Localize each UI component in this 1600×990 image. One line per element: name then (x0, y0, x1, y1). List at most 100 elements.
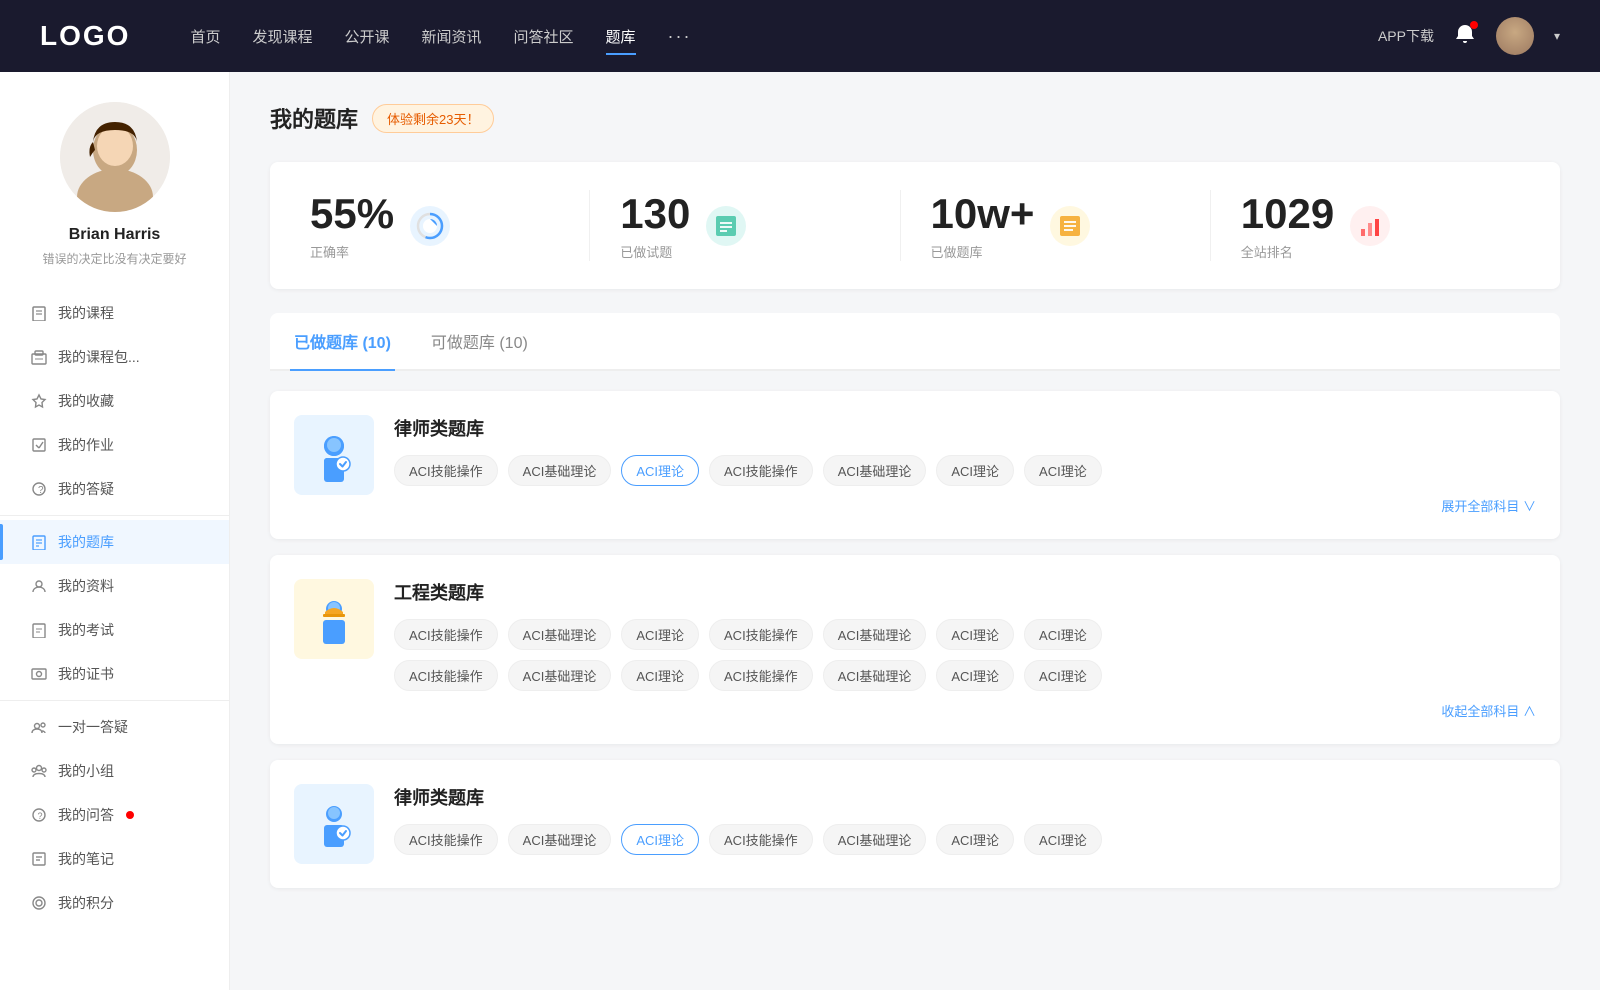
lawyer-icon (307, 428, 361, 482)
tab-available-banks[interactable]: 可做题库 (10) (427, 313, 532, 369)
qbank-2-icon-wrap (294, 579, 374, 659)
nav-discover[interactable]: 发现课程 (252, 22, 312, 51)
sidebar-item-course-pack[interactable]: 我的课程包... (0, 335, 229, 379)
sidebar-item-homework[interactable]: 我的作业 (0, 423, 229, 467)
stat-accuracy-values: 55% 正确率 (310, 190, 394, 261)
sidebar-divider-2 (0, 700, 229, 701)
avatar-face-image (60, 102, 170, 212)
homework-icon (30, 436, 48, 454)
sidebar-item-points[interactable]: 我的积分 (0, 881, 229, 925)
stat-qdone-number: 130 (620, 190, 690, 238)
nav-qbank[interactable]: 题库 (606, 22, 636, 51)
sidebar-item-qbank[interactable]: 我的题库 (0, 520, 229, 564)
stat-rank-number: 1029 (1241, 190, 1334, 238)
qbank-tag[interactable]: ACI技能操作 (394, 660, 498, 691)
tab-done-banks[interactable]: 已做题库 (10) (290, 313, 395, 369)
qbank-tag[interactable]: ACI基础理论 (508, 824, 612, 855)
qbank-tag[interactable]: ACI基础理论 (823, 619, 927, 650)
sidebar-item-notes[interactable]: 我的笔记 (0, 837, 229, 881)
qa-badge (126, 811, 134, 819)
qbank-tag[interactable]: ACI技能操作 (394, 824, 498, 855)
stat-bdone-number: 10w+ (931, 190, 1035, 238)
qbank-tag[interactable]: ACI基础理论 (508, 455, 612, 486)
top-navigation: LOGO 首页 发现课程 公开课 新闻资讯 问答社区 题库 ··· APP下载 … (0, 0, 1600, 72)
nav-home[interactable]: 首页 (190, 22, 220, 51)
qbank-tag[interactable]: ACI理论 (936, 660, 1014, 691)
sidebar-item-label: 我的题库 (58, 532, 114, 552)
certificate-icon (30, 665, 48, 683)
qbank-tag[interactable]: ACI技能操作 (394, 619, 498, 650)
sidebar-item-favorites[interactable]: 我的收藏 (0, 379, 229, 423)
notification-bell[interactable] (1454, 23, 1476, 50)
nav-qa[interactable]: 问答社区 (514, 22, 574, 51)
qbank-tag[interactable]: ACI技能操作 (709, 619, 813, 650)
qbank-tag[interactable]: ACI理论 (621, 619, 699, 650)
user-avatar[interactable] (1496, 17, 1534, 55)
stat-accuracy: 55% 正确率 (310, 190, 590, 261)
profile-icon (30, 577, 48, 595)
qbank-tag[interactable]: ACI技能操作 (709, 455, 813, 486)
main-wrapper: Brian Harris 错误的决定比没有决定要好 我的课程 我的课程包... … (0, 0, 1600, 990)
topnav-right: APP下载 ▾ (1378, 17, 1560, 55)
sidebar-item-qa[interactable]: ? 我的答疑 (0, 467, 229, 511)
qbank-tag[interactable]: ACI理论 (1024, 660, 1102, 691)
sidebar-motto: 错误的决定比没有决定要好 (22, 250, 206, 267)
stat-qdone-icon (706, 206, 746, 246)
app-download-link[interactable]: APP下载 (1378, 26, 1434, 46)
qbank-card-2-inner: 工程类题库 ACI技能操作 ACI基础理论 ACI理论 ACI技能操作 ACI基… (294, 579, 1536, 720)
qbank-2-expand[interactable]: 收起全部科目 ∧ (394, 701, 1536, 720)
qbank-tag[interactable]: ACI理论 (621, 660, 699, 691)
stat-qdone-label: 已做试题 (620, 242, 690, 261)
sidebar-item-1on1[interactable]: 一对一答疑 (0, 705, 229, 749)
stat-rank-icon (1350, 206, 1390, 246)
qbank-tag-active[interactable]: ACI理论 (621, 455, 699, 486)
sidebar-item-label: 我的资料 (58, 576, 114, 596)
qbank-tag[interactable]: ACI技能操作 (394, 455, 498, 486)
nav-news[interactable]: 新闻资讯 (422, 22, 482, 51)
stat-questions-done: 130 已做试题 (590, 190, 900, 261)
qbank-tag[interactable]: ACI基础理论 (823, 660, 927, 691)
stat-bdone-label: 已做题库 (931, 242, 1035, 261)
sidebar-item-certificate[interactable]: 我的证书 (0, 652, 229, 696)
qbank-tag[interactable]: ACI理论 (1024, 619, 1102, 650)
sidebar-item-my-course[interactable]: 我的课程 (0, 291, 229, 335)
sidebar-item-label: 我的积分 (58, 893, 114, 913)
qbank-tag[interactable]: ACI基础理论 (823, 824, 927, 855)
qbank-tag[interactable]: ACI理论 (936, 824, 1014, 855)
sidebar-item-label: 我的课程 (58, 303, 114, 323)
sidebar: Brian Harris 错误的决定比没有决定要好 我的课程 我的课程包... … (0, 72, 230, 990)
qa-icon: ? (30, 480, 48, 498)
sidebar-menu: 我的课程 我的课程包... 我的收藏 我的作业 (0, 291, 229, 925)
sidebar-item-label: 一对一答疑 (58, 717, 128, 737)
my-course-icon (30, 304, 48, 322)
qbank-3-content: 律师类题库 ACI技能操作 ACI基础理论 ACI理论 ACI技能操作 ACI基… (394, 784, 1536, 855)
nav-more[interactable]: ··· (668, 22, 692, 51)
qbank-tag[interactable]: ACI理论 (1024, 455, 1102, 486)
sidebar-item-profile[interactable]: 我的资料 (0, 564, 229, 608)
qbank-tag[interactable]: ACI基础理论 (508, 619, 612, 650)
qbank-icon (30, 533, 48, 551)
qbank-card-2: 工程类题库 ACI技能操作 ACI基础理论 ACI理论 ACI技能操作 ACI基… (270, 555, 1560, 744)
svg-text:?: ? (38, 485, 44, 496)
qbank-1-content: 律师类题库 ACI技能操作 ACI基础理论 ACI理论 ACI技能操作 ACI基… (394, 415, 1536, 515)
stat-qdone-values: 130 已做试题 (620, 190, 690, 261)
qbank-tag[interactable]: ACI基础理论 (508, 660, 612, 691)
lawyer-icon-2 (307, 797, 361, 851)
user-dropdown-arrow[interactable]: ▾ (1554, 29, 1560, 43)
notification-dot (1470, 21, 1478, 29)
group-icon (30, 762, 48, 780)
nav-open-course[interactable]: 公开课 (344, 22, 389, 51)
qbank-tag[interactable]: ACI技能操作 (709, 824, 813, 855)
qbank-1-expand[interactable]: 展开全部科目 ∨ (394, 496, 1536, 515)
sidebar-item-group[interactable]: 我的小组 (0, 749, 229, 793)
sidebar-item-exam[interactable]: 我的考试 (0, 608, 229, 652)
qbank-tag[interactable]: ACI理论 (936, 619, 1014, 650)
qbank-tag-active[interactable]: ACI理论 (621, 824, 699, 855)
qbank-tag[interactable]: ACI技能操作 (709, 660, 813, 691)
sidebar-item-my-qa[interactable]: ? 我的问答 (0, 793, 229, 837)
qbank-tag[interactable]: ACI基础理论 (823, 455, 927, 486)
qbank-tag[interactable]: ACI理论 (1024, 824, 1102, 855)
page-title: 我的题库 (270, 102, 358, 134)
qbank-tag[interactable]: ACI理论 (936, 455, 1014, 486)
one-on-one-icon (30, 718, 48, 736)
